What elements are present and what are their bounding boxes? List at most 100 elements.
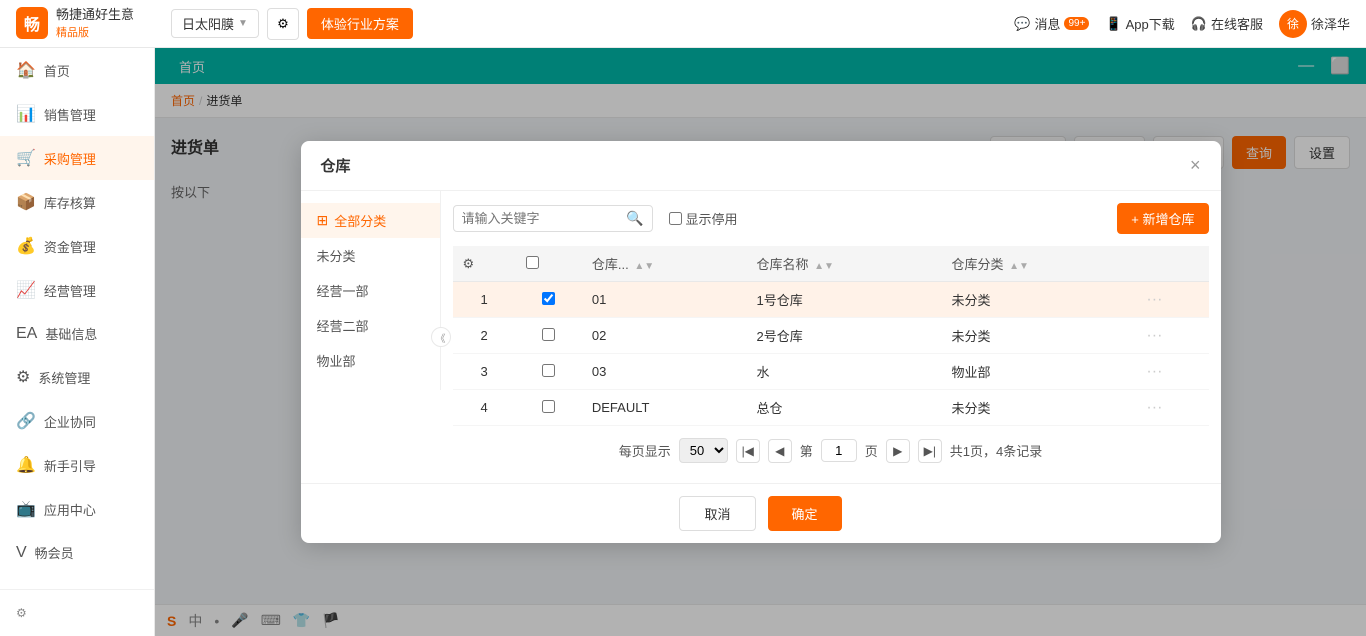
row-actions-2[interactable]: ··· xyxy=(1136,354,1208,390)
app-download-button[interactable]: 📱 App下载 xyxy=(1105,14,1174,33)
sidebar-label-4: 资金管理 xyxy=(44,237,96,256)
sidebar-label-1: 销售管理 xyxy=(44,105,96,124)
sidebar-item-10[interactable]: 📺应用中心 xyxy=(0,487,154,531)
mobile-icon: 📱 xyxy=(1105,16,1121,32)
row-actions-1[interactable]: ··· xyxy=(1136,318,1208,354)
sidebar-item-0[interactable]: 🏠首页 xyxy=(0,48,154,92)
row-name-3: 总仓 xyxy=(746,390,941,426)
sort-icon-name: ▲▼ xyxy=(814,261,834,272)
sidebar-label-2: 采购管理 xyxy=(44,149,96,168)
sidebar-icon-7: ⚙ xyxy=(16,367,30,387)
header-right: 💬 消息 99+ 📱 App下载 🎧 在线客服 徐 徐泽华 xyxy=(1014,10,1350,38)
app-download-label: App下载 xyxy=(1126,14,1175,33)
row-actions-0[interactable]: ··· xyxy=(1136,282,1208,318)
modal-footer: 取消 确定 xyxy=(301,483,1221,543)
gear-icon: ⚙ xyxy=(277,16,289,32)
sidebar-settings[interactable]: ⚙ xyxy=(0,598,154,628)
page-number-input[interactable] xyxy=(821,439,857,462)
row-checkbox-2[interactable] xyxy=(516,354,582,390)
sidebar-label-7: 系统管理 xyxy=(38,368,90,387)
online-service-button[interactable]: 🎧 在线客服 xyxy=(1191,14,1263,33)
page-size-select[interactable]: 50 xyxy=(679,438,728,463)
sidebar-item-4[interactable]: 💰资金管理 xyxy=(0,224,154,268)
modal-overlay: 仓库 × ⊞全部分类未分类经营一部经营二部物业部 《 xyxy=(155,48,1366,636)
modal-cat-item-3[interactable]: 经营二部 xyxy=(301,308,440,343)
select-all-checkbox[interactable] xyxy=(526,256,539,269)
row-actions-3[interactable]: ··· xyxy=(1136,390,1208,426)
app-name: 畅捷通好生意 xyxy=(56,7,134,24)
sidebar-icon-2: 🛒 xyxy=(16,148,36,168)
row-category-3: 未分类 xyxy=(941,390,1136,426)
sidebar-item-5[interactable]: 📈经营管理 xyxy=(0,268,154,312)
page-next-button[interactable]: ▶ xyxy=(886,439,910,463)
sidebar-item-3[interactable]: 📦 库存核算 xyxy=(0,180,154,224)
search-input[interactable] xyxy=(462,211,623,226)
modal-cat-item-2[interactable]: 经营一部 xyxy=(301,273,440,308)
warehouse-table: ⚙ 仓库... ▲▼ 仓库名称 ▲▼ 仓库分类 ▲▼ xyxy=(453,246,1209,426)
table-row[interactable]: 4 DEFAULT 总仓 未分类 ··· xyxy=(453,390,1209,426)
app-sub: 精品版 xyxy=(56,24,134,40)
modal-cat-item-0[interactable]: ⊞全部分类 xyxy=(301,203,440,238)
sidebar-icon-8: 🔗 xyxy=(16,411,36,431)
user-menu[interactable]: 徐 徐泽华 xyxy=(1279,10,1350,38)
sidebar-item-8[interactable]: 🔗企业协同 xyxy=(0,399,154,443)
company-name: 日太阳膜 xyxy=(182,14,234,33)
messages-button[interactable]: 💬 消息 99+ xyxy=(1014,14,1089,33)
chevron-down-icon: ▼ xyxy=(238,18,248,29)
confirm-button[interactable]: 确定 xyxy=(768,496,842,531)
row-checkbox-0[interactable] xyxy=(516,282,582,318)
modal-close-button[interactable]: × xyxy=(1190,155,1201,176)
page-last-button[interactable]: ▶| xyxy=(918,439,942,463)
row-code-0: 01 xyxy=(582,282,747,318)
page-di-label: 第 xyxy=(800,441,813,460)
sidebar-label-6: 基础信息 xyxy=(45,324,97,343)
messages-badge: 99+ xyxy=(1064,17,1089,30)
table-row[interactable]: 1 01 1号仓库 未分类 ··· xyxy=(453,282,1209,318)
row-name-0: 1号仓库 xyxy=(746,282,941,318)
row-category-2: 物业部 xyxy=(941,354,1136,390)
sidebar-item-11[interactable]: V畅会员 xyxy=(0,531,154,574)
total-info: 共1页，4条记录 xyxy=(950,441,1042,460)
sidebar-icon-11: V xyxy=(16,544,27,562)
sidebar-icon-9: 🔔 xyxy=(16,455,36,475)
warehouse-table-container: ⚙ 仓库... ▲▼ 仓库名称 ▲▼ 仓库分类 ▲▼ xyxy=(453,246,1209,426)
page-first-button[interactable]: |◀ xyxy=(736,439,760,463)
sidebar-item-1[interactable]: 📊 销售管理 xyxy=(0,92,154,136)
settings-icon: ⚙ xyxy=(16,606,27,620)
sidebar-bottom: ⚙ xyxy=(0,589,154,636)
sidebar-icon-3: 📦 xyxy=(16,192,36,212)
modal-sidebar-wrapper: ⊞全部分类未分类经营一部经营二部物业部 《 xyxy=(301,191,441,483)
cancel-button[interactable]: 取消 xyxy=(679,496,755,531)
trial-button[interactable]: 体验行业方案 xyxy=(307,8,413,39)
add-warehouse-button[interactable]: + 新增仓库 xyxy=(1117,203,1208,234)
show-disabled-label[interactable]: 显示停用 xyxy=(669,209,738,228)
show-disabled-checkbox[interactable] xyxy=(669,212,682,225)
table-row[interactable]: 2 02 2号仓库 未分类 ··· xyxy=(453,318,1209,354)
sidebar: 🏠首页 📊 销售管理 🛒 采购管理 📦 库存核算 💰资金管理📈经营管理EA基础信息 ⚙ 系统管理 🔗… xyxy=(0,48,155,636)
sort-icon-cat: ▲▼ xyxy=(1009,261,1029,272)
sidebar-item-9[interactable]: 🔔新手引导 xyxy=(0,443,154,487)
page-size-label: 每页显示 xyxy=(619,441,671,460)
row-category-1: 未分类 xyxy=(941,318,1136,354)
sidebar-icon-1: 📊 xyxy=(16,104,36,124)
collapse-sidebar-button[interactable]: 《 xyxy=(431,327,451,347)
gear-button[interactable]: ⚙ xyxy=(267,8,299,40)
modal-sidebar: ⊞全部分类未分类经营一部经营二部物业部 xyxy=(301,191,441,390)
page-prev-button[interactable]: ◀ xyxy=(768,439,792,463)
table-col-code: 仓库... ▲▼ xyxy=(582,246,747,282)
warehouse-table-body: 1 01 1号仓库 未分类 ··· 2 02 2号仓库 未分类 ··· 3 03… xyxy=(453,282,1209,426)
row-checkbox-1[interactable] xyxy=(516,318,582,354)
modal-pagination: 每页显示 50 |◀ ◀ 第 页 ▶ ▶| 共1页，4条记录 xyxy=(453,426,1209,471)
logo-area: 畅 畅捷通好生意 精品版 xyxy=(16,7,171,40)
sidebar-item-6[interactable]: EA基础信息 xyxy=(0,312,154,355)
user-name: 徐泽华 xyxy=(1311,14,1350,33)
row-checkbox-3[interactable] xyxy=(516,390,582,426)
table-row[interactable]: 3 03 水 物业部 ··· xyxy=(453,354,1209,390)
message-icon: 💬 xyxy=(1014,16,1030,32)
company-selector[interactable]: 日太阳膜 ▼ xyxy=(171,9,259,38)
sidebar-item-7[interactable]: ⚙ 系统管理 xyxy=(0,355,154,399)
sidebar-label-3: 库存核算 xyxy=(44,193,96,212)
modal-cat-item-4[interactable]: 物业部 xyxy=(301,343,440,378)
modal-cat-item-1[interactable]: 未分类 xyxy=(301,238,440,273)
sidebar-item-2[interactable]: 🛒 采购管理 xyxy=(0,136,154,180)
